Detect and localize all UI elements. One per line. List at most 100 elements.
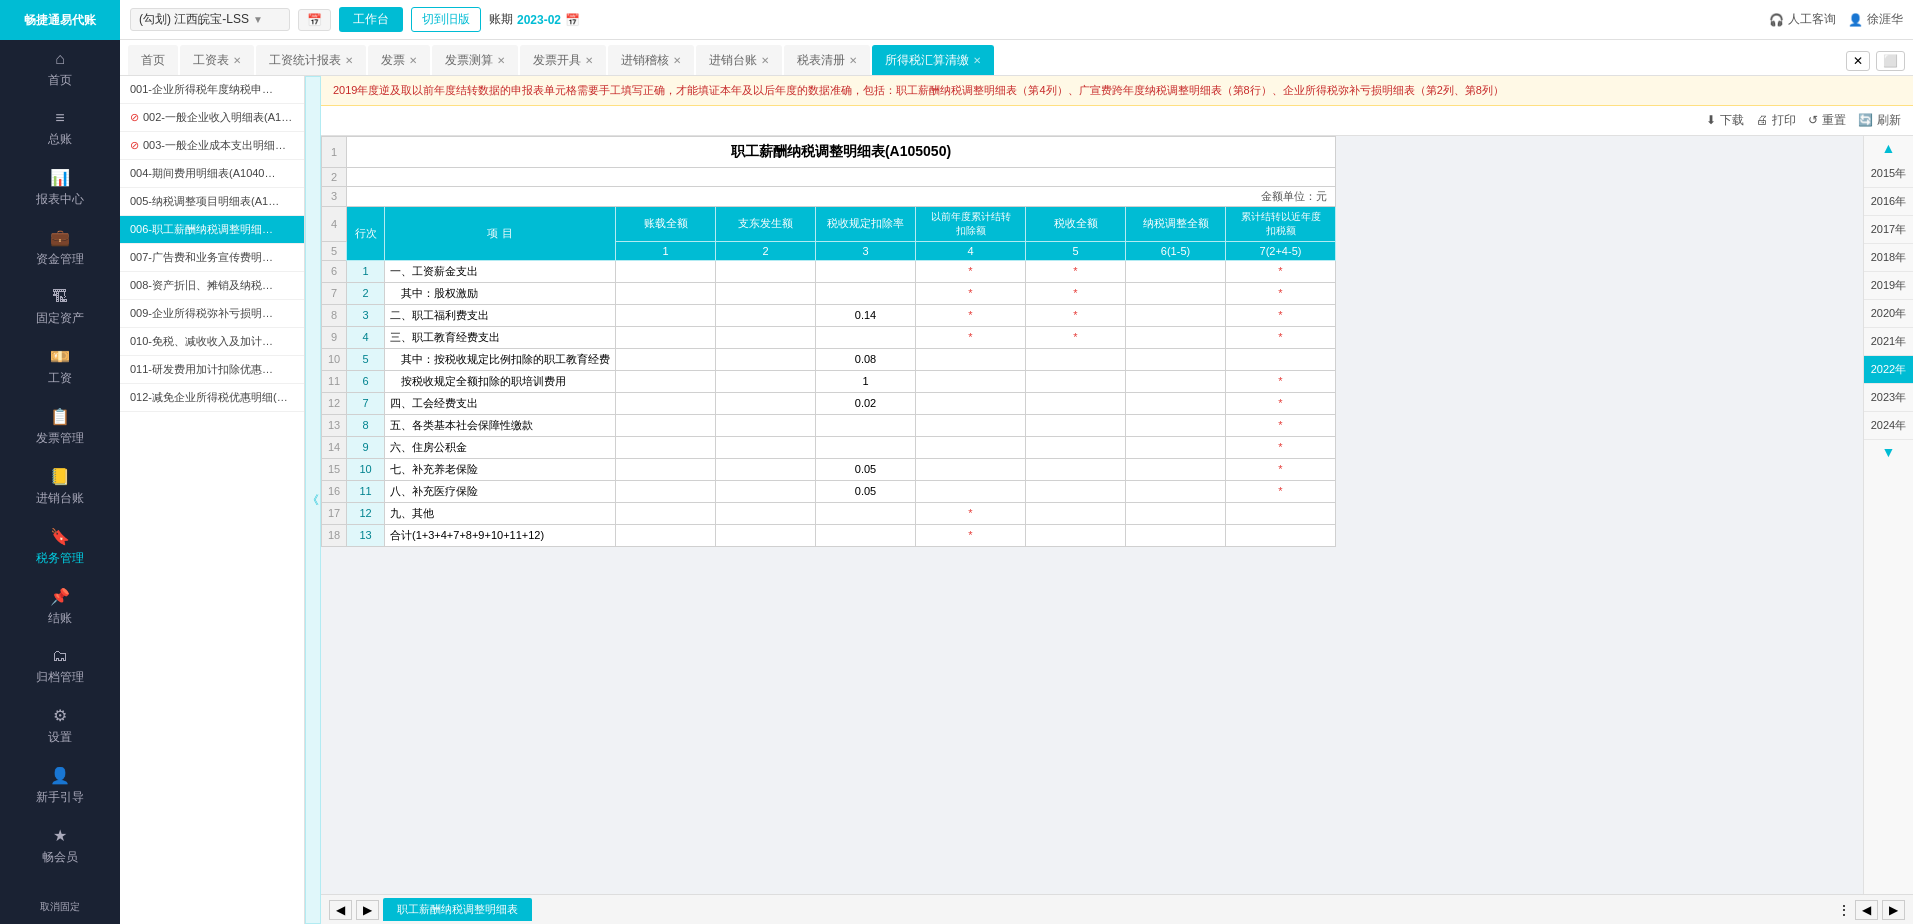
year-nav-up[interactable]: ▲ [1878,136,1900,160]
cell-3-4[interactable]: * [916,304,1026,326]
cell-12-4[interactable]: * [916,502,1026,524]
left-panel-item-9[interactable]: 010-免税、减收收入及加计… [120,328,304,356]
left-panel-item-6[interactable]: 007-广告费和业务宣传费明… [120,244,304,272]
year-2015[interactable]: 2015年 [1864,160,1913,188]
year-2023[interactable]: 2023年 [1864,384,1913,412]
sidebar-cancel-fixed[interactable]: 取消固定 [0,890,120,924]
cell-1-1[interactable] [616,260,716,282]
cell-1-5[interactable]: * [1026,260,1126,282]
cell-8-4[interactable] [916,414,1026,436]
customer-service[interactable]: 🎧 人工客询 [1769,11,1836,28]
cell-1-2[interactable] [716,260,816,282]
cell-3-5[interactable]: * [1026,304,1126,326]
sidebar-item-fund[interactable]: 💼 资金管理 [0,218,120,278]
download-button[interactable]: ⬇ 下载 [1706,112,1744,129]
cell-10-2[interactable] [716,458,816,480]
cell-7-7[interactable]: * [1226,392,1336,414]
cell-3-3[interactable]: 0.14 [816,304,916,326]
cell-7-3[interactable]: 0.02 [816,392,916,414]
cell-5-7[interactable] [1226,348,1336,370]
cell-1-7[interactable]: * [1226,260,1336,282]
cell-9-5[interactable] [1026,436,1126,458]
cell-12-6[interactable] [1126,502,1226,524]
cell-7-1[interactable] [616,392,716,414]
cell-7-2[interactable] [716,392,816,414]
sidebar-item-closing[interactable]: 📌 结账 [0,577,120,637]
cell-12-1[interactable] [616,502,716,524]
cell-13-6[interactable] [1126,524,1226,546]
cell-8-5[interactable] [1026,414,1126,436]
cell-4-6[interactable] [1126,326,1226,348]
cell-5-1[interactable] [616,348,716,370]
tab-purchase-check-close[interactable]: ✕ [673,55,681,66]
cell-2-1[interactable] [616,282,716,304]
cell-5-2[interactable] [716,348,816,370]
cell-12-5[interactable] [1026,502,1126,524]
sidebar-item-ledger[interactable]: ≡ 总账 [0,99,120,158]
cell-13-5[interactable] [1026,524,1126,546]
sheet-tab-active[interactable]: 职工薪酬纳税调整明细表 [383,898,532,921]
year-2016[interactable]: 2016年 [1864,188,1913,216]
cell-1-3[interactable] [816,260,916,282]
cell-12-3[interactable] [816,502,916,524]
tab-salary-table[interactable]: 工资表 ✕ [180,45,254,75]
cell-4-3[interactable] [816,326,916,348]
year-2019[interactable]: 2019年 [1864,272,1913,300]
left-panel-item-1[interactable]: ⊘ 002-一般企业收入明细表(A1… [120,104,304,132]
tab-invoice-calc[interactable]: 发票测算 ✕ [432,45,518,75]
cell-13-3[interactable] [816,524,916,546]
cell-8-1[interactable] [616,414,716,436]
cell-1-4[interactable]: * [916,260,1026,282]
cell-3-7[interactable]: * [1226,304,1336,326]
left-panel-item-2[interactable]: ⊘ 003-一般企业成本支出明细… [120,132,304,160]
sidebar-item-salary[interactable]: 💴 工资 [0,337,120,397]
year-2020[interactable]: 2020年 [1864,300,1913,328]
cell-6-4[interactable] [916,370,1026,392]
tab-purchase-check[interactable]: 进销稽核 ✕ [608,45,694,75]
left-panel-item-5[interactable]: 006-职工薪酬纳税调整明细… [120,216,304,244]
cell-11-3[interactable]: 0.05 [816,480,916,502]
tab-tax-settlement[interactable]: 所得税汇算清缴 ✕ [872,45,994,75]
cell-10-3[interactable]: 0.05 [816,458,916,480]
left-panel-item-3[interactable]: 004-期间费用明细表(A1040… [120,160,304,188]
cell-2-7[interactable]: * [1226,282,1336,304]
sidebar-item-report[interactable]: 📊 报表中心 [0,158,120,218]
cell-13-1[interactable] [616,524,716,546]
year-2017[interactable]: 2017年 [1864,216,1913,244]
sheet-more-icon[interactable]: ⋮ [1837,902,1851,918]
cell-11-2[interactable] [716,480,816,502]
cell-6-5[interactable] [1026,370,1126,392]
cell-8-2[interactable] [716,414,816,436]
cell-11-7[interactable]: * [1226,480,1336,502]
sidebar-item-home[interactable]: ⌂ 首页 [0,40,120,99]
cell-9-1[interactable] [616,436,716,458]
cell-8-7[interactable]: * [1226,414,1336,436]
sidebar-item-purchases[interactable]: 📒 进销台账 [0,457,120,517]
tab-invoice[interactable]: 发票 ✕ [368,45,430,75]
year-2018[interactable]: 2018年 [1864,244,1913,272]
cell-2-4[interactable]: * [916,282,1026,304]
tab-salary-report-close[interactable]: ✕ [345,55,353,66]
tab-invoice-close[interactable]: ✕ [409,55,417,66]
left-panel-item-7[interactable]: 008-资产折旧、摊销及纳税… [120,272,304,300]
cell-13-7[interactable] [1226,524,1336,546]
cell-3-6[interactable] [1126,304,1226,326]
cell-9-6[interactable] [1126,436,1226,458]
sidebar-item-archive[interactable]: 🗂 归档管理 [0,637,120,696]
cell-4-7[interactable]: * [1226,326,1336,348]
cell-6-1[interactable] [616,370,716,392]
tab-home[interactable]: 首页 [128,45,178,75]
tab-tax-register-close[interactable]: ✕ [849,55,857,66]
cell-4-5[interactable]: * [1026,326,1126,348]
cell-4-1[interactable] [616,326,716,348]
cell-7-6[interactable] [1126,392,1226,414]
cell-9-4[interactable] [916,436,1026,458]
cell-13-2[interactable] [716,524,816,546]
cell-5-3[interactable]: 0.08 [816,348,916,370]
cell-12-7[interactable] [1226,502,1336,524]
cell-1-6[interactable] [1126,260,1226,282]
company-selector[interactable]: (勾划) 江西皖宝-LSS ▼ [130,8,290,31]
sidebar-item-guide[interactable]: 👤 新手引导 [0,756,120,816]
tab-purchase-ledger-close[interactable]: ✕ [761,55,769,66]
cell-2-3[interactable] [816,282,916,304]
